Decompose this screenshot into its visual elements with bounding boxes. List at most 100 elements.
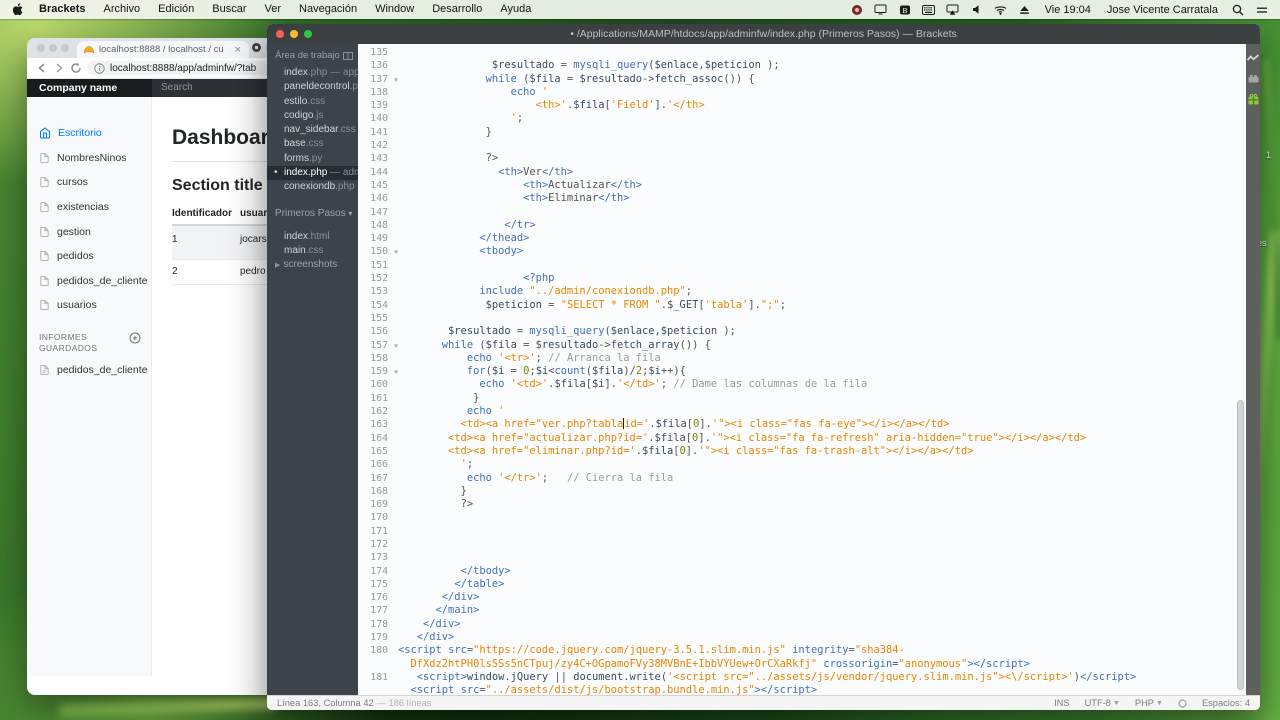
sidebar-item-usuarios[interactable]: usuarios	[27, 293, 151, 318]
status-espacios-4[interactable]: Espacios: 4	[1202, 698, 1250, 708]
code-line[interactable]: 171	[358, 525, 1246, 538]
working-file-paneldecontrol[interactable]: paneldecontrol.php	[267, 80, 358, 94]
code-line[interactable]: 147	[358, 206, 1246, 219]
screen-recorder-icon[interactable]	[845, 4, 869, 16]
code-line[interactable]: 137 ▼ while ($fila = $resultado->fetch_as…	[358, 73, 1246, 86]
menu-ver[interactable]: Ver	[256, 0, 291, 19]
code-line[interactable]: 179 </div>	[358, 631, 1246, 644]
menu-bar-clock[interactable]: Vie 19:04	[1037, 4, 1099, 16]
sidebar-item-pedidos_de_cliente[interactable]: pedidos_de_cliente	[27, 269, 151, 294]
menu-desarrollo[interactable]: Desarrollo	[423, 0, 491, 19]
code-line[interactable]: DfXdz2htPH0lsSSs5nCTpuj/zy4C+OGpamoFVy38…	[358, 658, 1246, 671]
tree-item-screenshots[interactable]: ▶ screenshots	[267, 258, 358, 272]
plus-circle-icon[interactable]	[129, 332, 141, 344]
code-line[interactable]: 178 </div>	[358, 618, 1246, 631]
spotlight-search-icon[interactable]	[1226, 4, 1250, 16]
working-file-base[interactable]: base.css	[267, 137, 358, 151]
back-icon[interactable]	[33, 62, 50, 74]
menu-edición[interactable]: Edición	[149, 0, 203, 19]
code-line[interactable]: 136 $resultado = mysqli_query($enlace,$p…	[358, 59, 1246, 72]
menu-brackets[interactable]: Brackets	[30, 0, 94, 19]
code-line[interactable]: 135	[358, 46, 1246, 59]
zoom-window-button[interactable]	[61, 44, 69, 52]
extension-manager-icon[interactable]	[1248, 74, 1259, 83]
working-file-conexiondb[interactable]: conexiondb.php	[267, 180, 358, 194]
close-window-button[interactable]	[276, 30, 284, 38]
code-line[interactable]: 149 </thead>	[358, 232, 1246, 245]
menu-ayuda[interactable]: Ayuda	[491, 0, 540, 19]
menu-archivo[interactable]: Archivo	[94, 0, 149, 19]
code-line[interactable]: 157 ▼ while ($fila = $resultado->fetch_ar…	[358, 339, 1246, 352]
close-tab-icon[interactable]: ×	[233, 44, 243, 56]
display-icon[interactable]	[869, 4, 893, 15]
code-line[interactable]: 141 }	[358, 126, 1246, 139]
forward-icon[interactable]	[50, 62, 67, 74]
fold-arrow-icon[interactable]: ▼	[394, 340, 398, 353]
code-line[interactable]: <script src="../assets/dist/js/bootstrap…	[358, 684, 1246, 695]
working-file-forms[interactable]: forms.py	[267, 152, 358, 166]
fold-arrow-icon[interactable]: ▼	[394, 74, 398, 87]
code-line[interactable]: 140 ';	[358, 112, 1246, 125]
code-line[interactable]: 146 <th>Eliminar</th>	[358, 192, 1246, 205]
close-window-button[interactable]	[37, 44, 45, 52]
sidebar-item-pedidos[interactable]: pedidos	[27, 244, 151, 269]
live-preview-icon[interactable]	[1247, 54, 1259, 63]
code-line[interactable]: 176 </div>	[358, 591, 1246, 604]
wifi-icon[interactable]	[989, 5, 1013, 15]
eject-icon[interactable]	[1013, 5, 1037, 15]
split-view-icon[interactable]	[343, 51, 353, 60]
apple-menu-icon[interactable]	[0, 3, 30, 16]
code-line[interactable]: 165 <td><a href="eliminar.php?id='.$fila…	[358, 445, 1246, 458]
menu-navegación[interactable]: Navegación	[290, 0, 366, 19]
code-line[interactable]: 159 ▼ for($i = 0;$i<count($fila)/2;$i++){	[358, 365, 1246, 378]
fold-arrow-icon[interactable]: ▼	[394, 246, 398, 259]
code-line[interactable]: 155	[358, 312, 1246, 325]
code-line[interactable]: 168 }	[358, 485, 1246, 498]
code-line[interactable]: 156 $resultado = mysqli_query($enlace,$p…	[358, 325, 1246, 338]
code-line[interactable]: 163 <td><a href="ver.php?tablaid='.$fila…	[358, 418, 1246, 431]
code-line[interactable]: 169 ?>	[358, 498, 1246, 511]
code-line[interactable]: 160 echo '<td>'.$fila[$i].'</td>'; // Da…	[358, 378, 1246, 391]
code-line[interactable]: 173	[358, 551, 1246, 564]
lint-circle-icon[interactable]	[1178, 698, 1187, 708]
minimize-window-button[interactable]	[49, 44, 57, 52]
fold-arrow-icon[interactable]: ▼	[394, 366, 398, 379]
working-file-nav_sidebar[interactable]: nav_sidebar.css	[267, 123, 358, 137]
code-line[interactable]: 139 <th>'.$fila['Field'].'</th>	[358, 99, 1246, 112]
code-line[interactable]: 144 <th>Ver</th>	[358, 166, 1246, 179]
status-ins[interactable]: INS	[1054, 698, 1070, 708]
saved-report-pedidos_de_cliente[interactable]: pedidos_de_cliente	[27, 358, 151, 383]
code-line[interactable]: 181 <script>window.jQuery || document.wr…	[358, 671, 1246, 684]
code-line[interactable]: 177 </main>	[358, 604, 1246, 617]
search-input[interactable]: Search	[152, 79, 280, 97]
working-file-index.php[interactable]: •index.php — adminf	[267, 166, 358, 181]
page-info-icon[interactable]	[94, 62, 105, 74]
code-line[interactable]: 172	[358, 538, 1246, 551]
volume-icon[interactable]	[965, 4, 989, 15]
sidebar-item-nombresninos[interactable]: NombresNinos	[27, 146, 151, 171]
code-line[interactable]: 158 echo '<tr>'; // Arranca la fila	[358, 352, 1246, 365]
code-line[interactable]: 150 ▼ <tbody>	[358, 245, 1246, 258]
code-line[interactable]: 162 echo '	[358, 405, 1246, 418]
navbar-brand[interactable]: Company name	[27, 79, 152, 97]
airplay-icon[interactable]	[941, 4, 965, 15]
code-line[interactable]: 143 ?>	[358, 152, 1246, 165]
code-line[interactable]: 138 echo '	[358, 86, 1246, 99]
boom-icon[interactable]: B	[893, 4, 917, 16]
minimize-window-button[interactable]	[290, 30, 298, 38]
browser-tab-active[interactable]: localhost:8888 / localhost / cu ×	[77, 41, 249, 58]
address-bar[interactable]: localhost:8888/app/adminfw/?tab	[87, 61, 280, 75]
code-line[interactable]: 175 </table>	[358, 578, 1246, 591]
code-line[interactable]: 152 <?php	[358, 272, 1246, 285]
status-utf-8[interactable]: UTF-8 ▼	[1085, 698, 1120, 708]
sidebar-item-existencias[interactable]: existencias	[27, 195, 151, 220]
code-line[interactable]: 174 </tbody>	[358, 565, 1246, 578]
code-line[interactable]: 167 echo '</tr>'; // Cierra la fila	[358, 472, 1246, 485]
tree-item-index[interactable]: index.html	[267, 230, 358, 244]
menu-bar-user[interactable]: Jose Vicente Carratala	[1099, 4, 1226, 16]
working-file-index[interactable]: index.php — app	[267, 66, 358, 80]
notification-center-icon[interactable]	[1250, 5, 1274, 15]
menu-buscar[interactable]: Buscar	[203, 0, 255, 19]
editor-scrollbar-thumb[interactable]	[1237, 400, 1244, 690]
status-php[interactable]: PHP ▼	[1135, 698, 1163, 708]
